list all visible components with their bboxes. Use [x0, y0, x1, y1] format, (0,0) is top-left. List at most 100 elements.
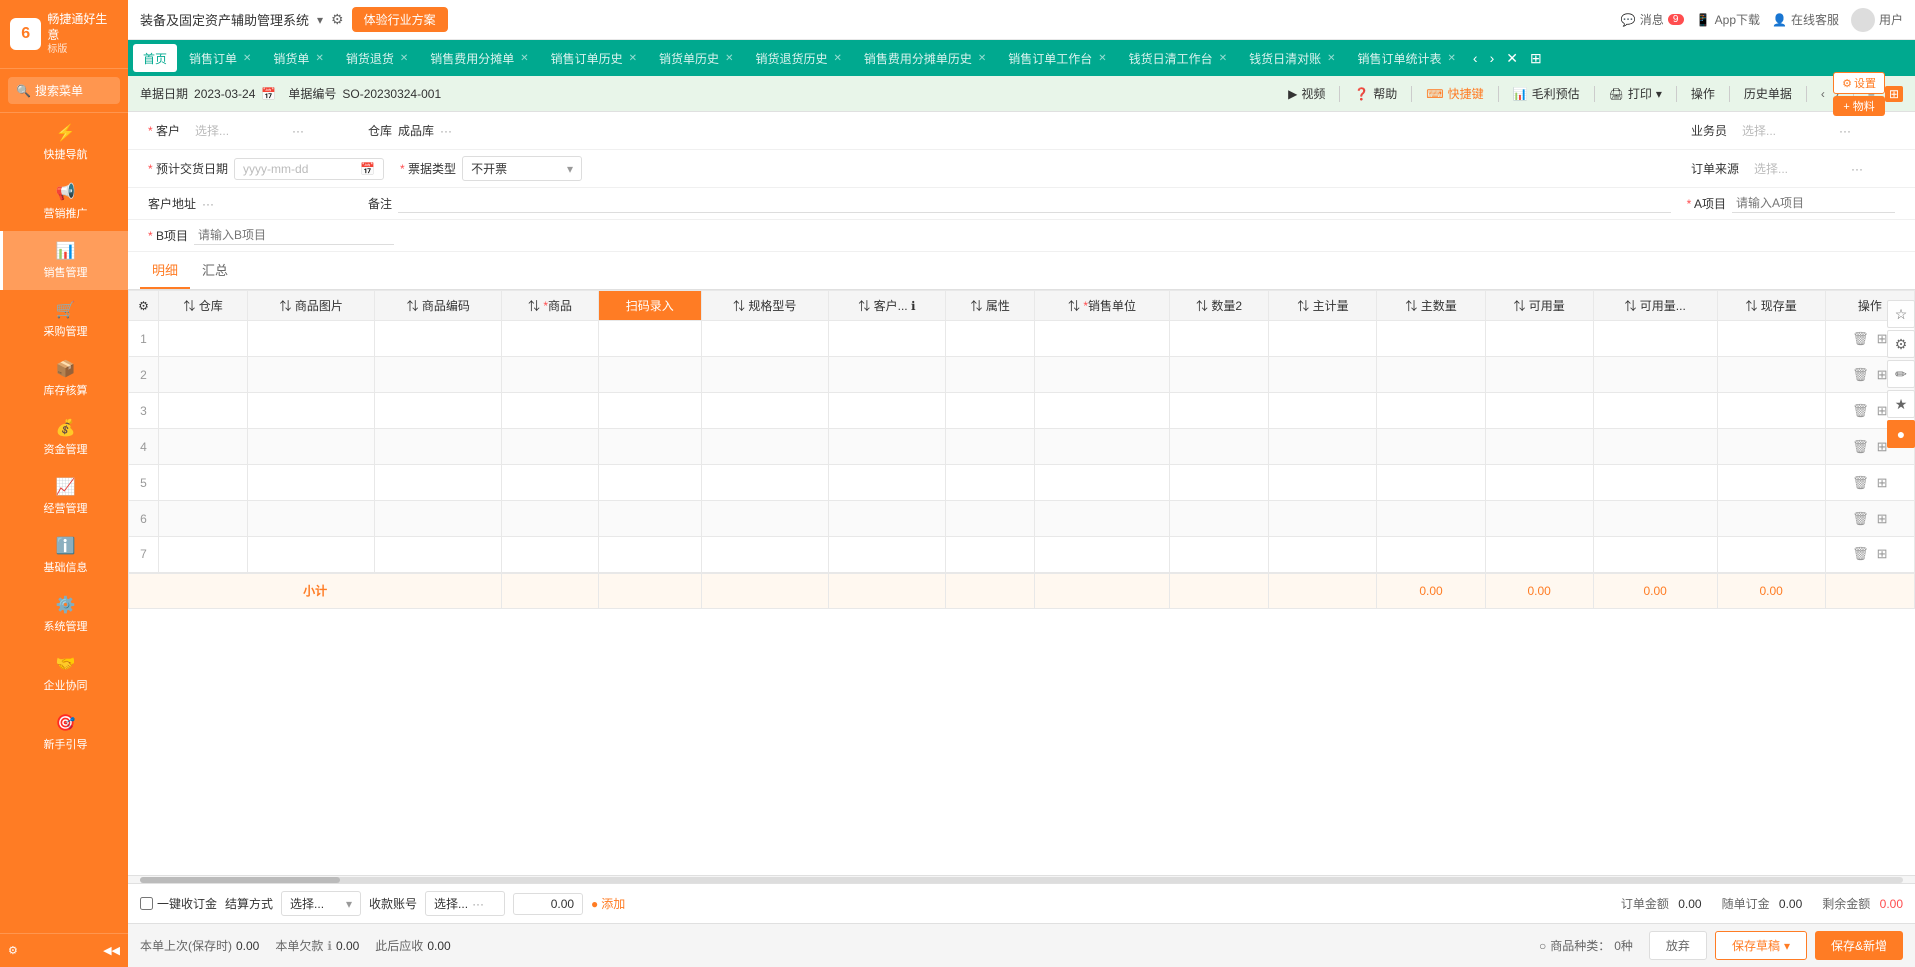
row-6-warehouse[interactable] — [159, 501, 248, 537]
row-2-customer-code[interactable] — [828, 357, 945, 393]
invoice-type-select[interactable]: 不开票 ▾ — [462, 156, 582, 181]
staff-input[interactable]: 选择... — [1733, 118, 1833, 143]
row-2-main-qty[interactable] — [1377, 357, 1485, 393]
settlement-select[interactable]: 选择... ▾ — [281, 891, 361, 916]
sidebar-settings-btn[interactable]: ⚙ — [8, 944, 18, 957]
right-tool-2[interactable]: ⚙ — [1887, 330, 1915, 358]
view-btn[interactable]: ▶ 视频 — [1288, 85, 1325, 102]
row-3-qty2[interactable] — [1169, 393, 1269, 429]
tab-close-icon[interactable]: ✕ — [243, 53, 251, 64]
row-delete-btn[interactable]: 🗑 — [1850, 544, 1871, 564]
solution-button[interactable]: 体验行业方案 — [352, 7, 448, 32]
prev-record-btn[interactable]: ‹ — [1821, 87, 1825, 101]
tab-daily-reconcile[interactable]: 钱货日清对账 ✕ — [1239, 44, 1345, 72]
abandon-button[interactable]: 放弃 — [1649, 931, 1707, 960]
row-1-code[interactable] — [375, 321, 502, 357]
tab-close-icon[interactable]: ✕ — [725, 53, 733, 64]
sidebar-item-management[interactable]: 📈 经营管理 — [0, 467, 128, 526]
row-5-customer-code[interactable] — [828, 465, 945, 501]
right-tool-4[interactable]: ★ — [1887, 390, 1915, 418]
col-gear[interactable]: ⚙ — [129, 291, 159, 321]
warehouse-more-btn[interactable]: ··· — [440, 124, 452, 138]
row-2-warehouse[interactable] — [159, 357, 248, 393]
shortcut-btn[interactable]: ⌨ 快捷键 — [1426, 85, 1483, 102]
delivery-date-input[interactable]: yyyy-mm-dd 📅 — [234, 158, 384, 180]
tab-sales-return[interactable]: 销货退货 ✕ — [336, 44, 418, 72]
account-select[interactable]: 选择... ··· — [425, 891, 505, 916]
row-2-spec[interactable] — [701, 357, 828, 393]
add-product-button[interactable]: + 物料 — [1833, 96, 1885, 116]
tab-sales-bill[interactable]: 销货单 ✕ — [263, 44, 333, 72]
row-3-product[interactable] — [502, 393, 599, 429]
calendar-icon[interactable]: 📅 — [261, 87, 276, 101]
message-btn[interactable]: 💬 消息 9 — [1621, 11, 1684, 28]
tab-fee-history[interactable]: 销售费用分摊单历史 ✕ — [854, 44, 996, 72]
row-2-unit[interactable] — [1035, 357, 1169, 393]
row-4-attr[interactable] — [946, 429, 1035, 465]
online-service-btn[interactable]: 👤 在线客服 — [1772, 11, 1839, 28]
row-6-qty2[interactable] — [1169, 501, 1269, 537]
col-scan[interactable]: 扫码录入 — [598, 291, 701, 321]
row-3-attr[interactable] — [946, 393, 1035, 429]
row-7-attr[interactable] — [946, 537, 1035, 573]
tab-close-icon[interactable]: ✕ — [833, 53, 841, 64]
row-4-main-qty[interactable] — [1377, 429, 1485, 465]
row-3-warehouse[interactable] — [159, 393, 248, 429]
row-1-product[interactable] — [502, 321, 599, 357]
row-6-customer-code[interactable] — [828, 501, 945, 537]
row-7-product[interactable] — [502, 537, 599, 573]
row-5-unit[interactable] — [1035, 465, 1169, 501]
row-7-qty2[interactable] — [1169, 537, 1269, 573]
row-copy-btn[interactable]: ⊞ — [1875, 509, 1890, 529]
staff-more-btn[interactable]: ··· — [1839, 124, 1851, 138]
tab-sales-bill-history[interactable]: 销货单历史 ✕ — [649, 44, 743, 72]
sidebar-item-purchase[interactable]: 🛒 采购管理 — [0, 290, 128, 349]
row-5-product[interactable] — [502, 465, 599, 501]
table-scroll-area[interactable] — [128, 875, 1915, 883]
row-4-customer-code[interactable] — [828, 429, 945, 465]
account-more-btn[interactable]: ··· — [472, 897, 484, 911]
row-7-warehouse[interactable] — [159, 537, 248, 573]
row-delete-btn[interactable]: 🗑 — [1850, 329, 1871, 349]
settings-button[interactable]: ⚙ 设置 — [1833, 76, 1885, 94]
row-5-qty2[interactable] — [1169, 465, 1269, 501]
deposit-amount-input[interactable] — [513, 893, 583, 915]
row-2-product[interactable] — [502, 357, 599, 393]
row-4-code[interactable] — [375, 429, 502, 465]
row-7-spec[interactable] — [701, 537, 828, 573]
row-7-main-qty[interactable] — [1377, 537, 1485, 573]
sidebar-item-marketing[interactable]: 📢 营销推广 — [0, 172, 128, 231]
save-draft-dropdown-icon[interactable]: ▾ — [1784, 939, 1790, 953]
row-2-qty2[interactable] — [1169, 357, 1269, 393]
info-icon[interactable]: ℹ — [911, 299, 916, 313]
row-copy-btn[interactable]: ⊞ — [1875, 473, 1890, 493]
row-7-customer-code[interactable] — [828, 537, 945, 573]
right-tool-5[interactable]: ● — [1887, 420, 1915, 448]
row-5-warehouse[interactable] — [159, 465, 248, 501]
row-4-qty2[interactable] — [1169, 429, 1269, 465]
save-new-button[interactable]: 保存&新增 — [1815, 931, 1903, 960]
tab-close-icon[interactable]: ✕ — [315, 53, 323, 64]
order-source-input[interactable]: 选择... — [1745, 156, 1845, 181]
sidebar-item-enterprise[interactable]: 🤝 企业协同 — [0, 644, 128, 703]
row-7-unit[interactable] — [1035, 537, 1169, 573]
add-payment-btn[interactable]: ● 添加 — [591, 895, 625, 912]
tab-close-icon[interactable]: ✕ — [629, 53, 637, 64]
right-tool-3[interactable]: ✏ — [1887, 360, 1915, 388]
history-btn[interactable]: 历史单据 — [1744, 85, 1792, 102]
row-6-main-qty[interactable] — [1377, 501, 1485, 537]
tab-close-all-btn[interactable]: ✕ — [1500, 48, 1524, 69]
tab-close-icon[interactable]: ✕ — [1327, 53, 1335, 64]
save-draft-button[interactable]: 保存草稿 ▾ — [1715, 931, 1807, 960]
row-3-code[interactable] — [375, 393, 502, 429]
system-settings-btn[interactable]: ⚙ — [331, 11, 344, 28]
row-delete-btn[interactable]: 🗑 — [1850, 437, 1871, 457]
print-btn[interactable]: 🖨 打印 ▾ — [1609, 85, 1662, 102]
row-2-code[interactable] — [375, 357, 502, 393]
sidebar-item-guide[interactable]: 🎯 新手引导 — [0, 703, 128, 762]
tab-detail[interactable]: 明细 — [140, 252, 190, 289]
tab-prev-btn[interactable]: ‹ — [1467, 48, 1484, 68]
tab-sales-order[interactable]: 销售订单 ✕ — [179, 44, 261, 72]
row-3-customer-code[interactable] — [828, 393, 945, 429]
row-5-main-qty[interactable] — [1377, 465, 1485, 501]
